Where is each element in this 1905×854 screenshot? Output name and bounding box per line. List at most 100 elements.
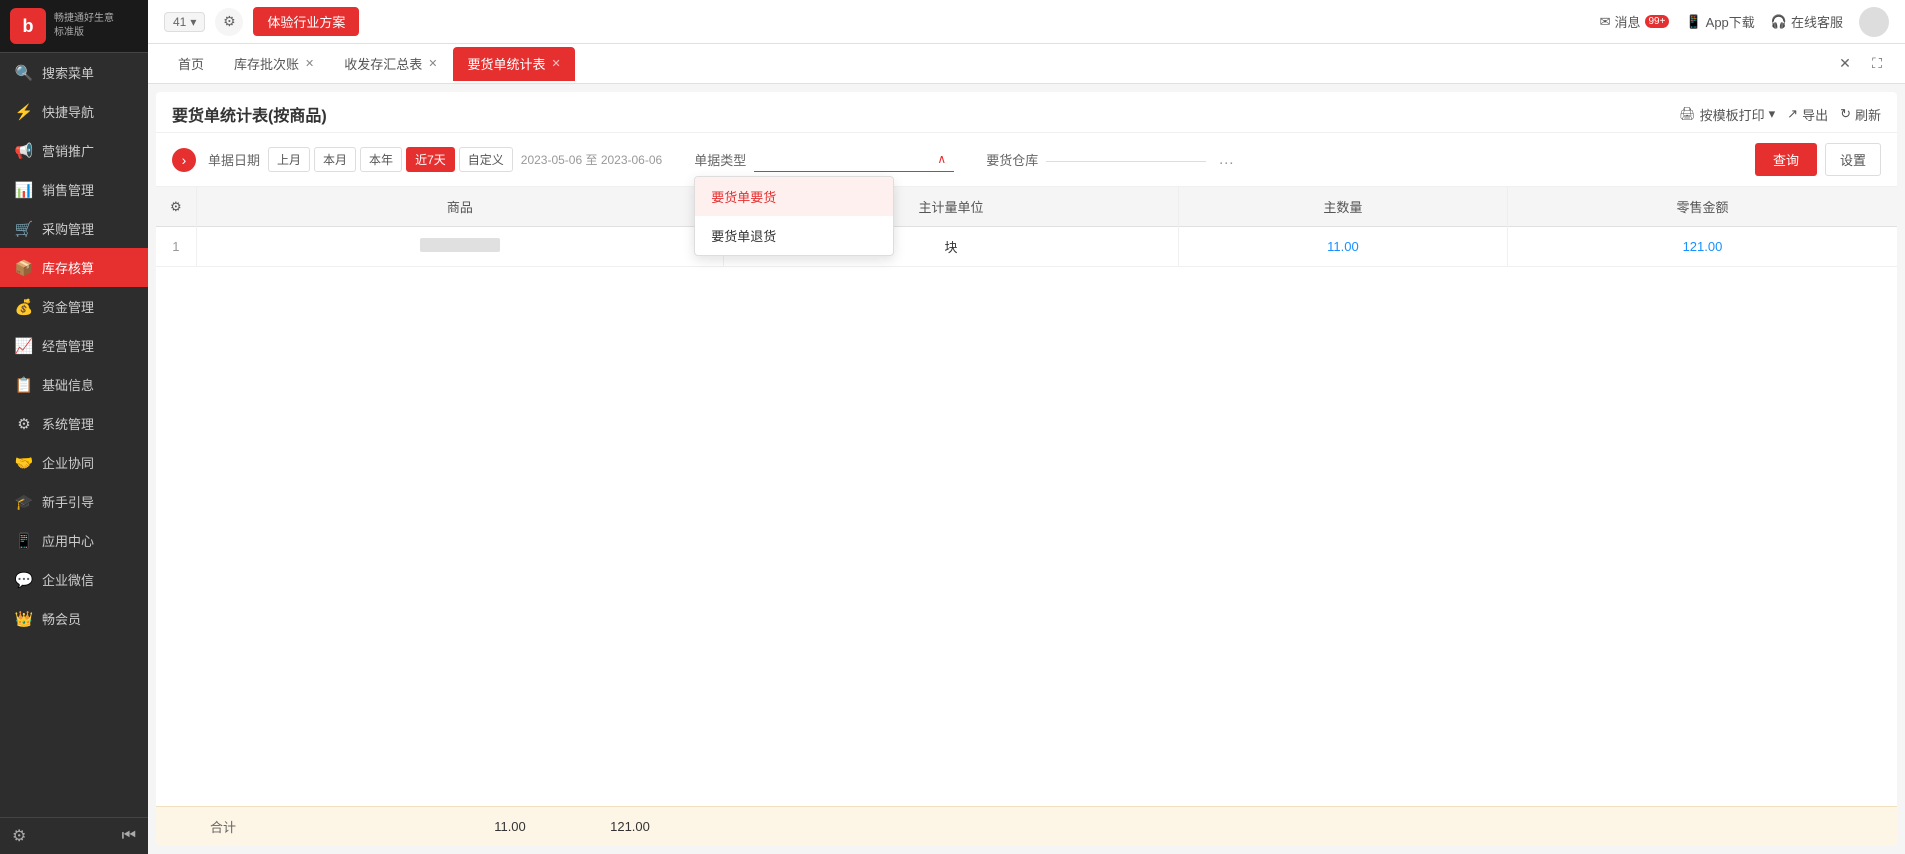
page-header: 要货单统计表(按商品) 🖨 按模板打印 ▾ ↗ 导出 ↻ 刷新 <box>156 92 1897 133</box>
dropdown-item-要货单退货[interactable]: 要货单退货 <box>695 216 893 255</box>
sidebar-item-库存核算[interactable]: 📦库存核算 <box>0 248 148 287</box>
period-buttons: 上月本月本年近7天自定义 <box>268 147 513 172</box>
data-table: ⚙ 商品 主计量单位 主数量 零售金额 1 块 11.00 121.00 <box>156 187 1897 267</box>
export-button[interactable]: ↗ 导出 <box>1787 105 1828 124</box>
footer-total-label: 合计 <box>210 817 250 836</box>
query-button[interactable]: 查询 <box>1755 143 1817 176</box>
nav-icon: 📱 <box>14 532 34 550</box>
sidebar-item-畅会员[interactable]: 👑畅会员 <box>0 599 148 638</box>
messages-item[interactable]: ✉ 消息 99+ <box>1600 12 1670 31</box>
tab-label: 收发存汇总表 <box>344 54 422 73</box>
tab-close-icon[interactable]: ✕ <box>305 57 314 70</box>
sidebar-item-快捷导航[interactable]: ⚡ 快捷导航 <box>0 92 148 131</box>
type-dropdown-menu: 要货单要货要货单退货 <box>694 176 894 256</box>
sidebar-item-基础信息[interactable]: 📋基础信息 <box>0 365 148 404</box>
warehouse-label: 要货仓库 <box>986 150 1038 169</box>
period-btn-上月[interactable]: 上月 <box>268 147 310 172</box>
print-button[interactable]: 🖨 按模板打印 ▾ <box>1679 105 1775 124</box>
sidebar-item-搜索菜单[interactable]: 🔍搜索菜单 <box>0 53 148 92</box>
settings-button[interactable]: 设置 <box>1825 143 1881 176</box>
sidebar-item-营销推广[interactable]: 📢营销推广 <box>0 131 148 170</box>
tab-库存批次账[interactable]: 库存批次账 ✕ <box>220 47 328 81</box>
row-product <box>196 227 723 267</box>
table-row: 1 块 11.00 121.00 <box>156 227 1897 267</box>
dropdown-item-要货单要货[interactable]: 要货单要货 <box>695 177 893 216</box>
phone-icon: 📱 <box>1685 14 1701 30</box>
chevron-up-icon: ∧ <box>937 152 946 166</box>
sidebar-item-经营管理[interactable]: 📈经营管理 <box>0 326 148 365</box>
message-icon: ✉ <box>1600 14 1611 30</box>
close-all-tabs-button[interactable]: ✕ <box>1833 52 1857 76</box>
tab-close-icon[interactable]: ✕ <box>428 57 437 70</box>
user-avatar[interactable] <box>1859 7 1889 37</box>
column-product: 商品 <box>196 187 723 227</box>
maximize-button[interactable]: ⛶ <box>1865 52 1889 76</box>
type-select[interactable]: ∧ <box>754 147 954 172</box>
tab-首页[interactable]: 首页 <box>164 47 218 81</box>
row-quantity: 11.00 <box>1178 227 1507 267</box>
refresh-icon: ↻ <box>1840 106 1851 122</box>
nav-icon: 👑 <box>14 610 34 628</box>
nav-label: 快捷导航 <box>42 102 94 121</box>
column-amount: 零售金额 <box>1507 187 1897 227</box>
sidebar-item-新手引导[interactable]: 🎓新手引导 <box>0 482 148 521</box>
nav-icon: ⚡ <box>14 103 34 121</box>
chevron-down-icon: ▾ <box>190 15 196 29</box>
nav-label: 企业协同 <box>42 453 94 472</box>
nav-icon: ⚙ <box>14 415 34 433</box>
tab-要货单统计表[interactable]: 要货单统计表✕ <box>453 47 574 81</box>
topbar-left: 41 ▾ ⚙ 体验行业方案 <box>164 7 1600 36</box>
warehouse-filter-section: 要货仓库 … <box>986 150 1234 169</box>
print-icon: 🖨 <box>1679 106 1696 122</box>
table-container: ⚙ 商品 主计量单位 主数量 零售金额 1 块 11.00 121.00 <box>156 187 1897 806</box>
nav-label: 企业微信 <box>42 570 94 589</box>
app-download-item[interactable]: 📱 App下载 <box>1685 12 1754 31</box>
topbar-right: ✉ 消息 99+ 📱 App下载 🎧 在线客服 <box>1600 7 1889 37</box>
sidebar-bottom: ⚙ ⏮ <box>0 817 148 854</box>
trial-button[interactable]: 体验行业方案 <box>253 7 359 36</box>
sidebar-item-销售管理[interactable]: 📊销售管理 <box>0 170 148 209</box>
nav-label: 经营管理 <box>42 336 94 355</box>
tab-close-icon[interactable]: ✕ <box>552 57 561 70</box>
tab-label: 库存批次账 <box>234 54 299 73</box>
page-title: 要货单统计表(按商品) <box>172 102 327 126</box>
tab-收发存汇总表[interactable]: 收发存汇总表 ✕ <box>330 47 451 81</box>
page-container: 要货单统计表(按商品) 🖨 按模板打印 ▾ ↗ 导出 ↻ 刷新 › <box>156 92 1897 846</box>
topbar-settings-icon[interactable]: ⚙ <box>215 8 243 36</box>
sidebar-item-系统管理[interactable]: ⚙ 系统管理 <box>0 404 148 443</box>
refresh-button[interactable]: ↻ 刷新 <box>1840 105 1881 124</box>
online-service-item[interactable]: 🎧 在线客服 <box>1771 12 1843 31</box>
collapse-icon[interactable]: ⏮ <box>122 827 136 845</box>
app-logo-icon: b <box>10 8 46 44</box>
period-btn-本年[interactable]: 本年 <box>360 147 402 172</box>
filter-expand-button[interactable]: › <box>172 148 196 172</box>
sidebar-item-企业微信[interactable]: 💬 企业微信 <box>0 560 148 599</box>
nav-label: 采购管理 <box>42 219 94 238</box>
nav-label: 新手引导 <box>42 492 94 511</box>
column-settings-icon[interactable]: ⚙ <box>156 187 196 227</box>
table-header-row: ⚙ 商品 主计量单位 主数量 零售金额 <box>156 187 1897 227</box>
company-selector[interactable]: 41 ▾ <box>164 12 205 32</box>
settings-icon[interactable]: ⚙ <box>12 826 26 846</box>
nav-label: 系统管理 <box>42 414 94 433</box>
period-btn-自定义[interactable]: 自定义 <box>459 147 513 172</box>
date-label: 单据日期 <box>208 150 260 169</box>
period-btn-近7天[interactable]: 近7天 <box>406 147 455 172</box>
sidebar-item-资金管理[interactable]: 💰资金管理 <box>0 287 148 326</box>
nav-label: 搜索菜单 <box>42 63 94 82</box>
type-label: 单据类型 <box>694 150 746 169</box>
tab-label: 首页 <box>178 54 204 73</box>
period-btn-本月[interactable]: 本月 <box>314 147 356 172</box>
warehouse-input[interactable] <box>1046 157 1206 162</box>
app-name: 畅捷通好生意 标准版 <box>54 12 114 40</box>
footer-unit-placeholder <box>330 819 450 834</box>
row-number: 1 <box>156 227 196 267</box>
sidebar-item-采购管理[interactable]: 🛒采购管理 <box>0 209 148 248</box>
row-amount: 121.00 <box>1507 227 1897 267</box>
nav-label: 资金管理 <box>42 297 94 316</box>
nav-icon: 💬 <box>14 571 34 589</box>
sidebar-item-应用中心[interactable]: 📱应用中心 <box>0 521 148 560</box>
main-content: 41 ▾ ⚙ 体验行业方案 ✉ 消息 99+ 📱 App下载 🎧 在线客服 <box>148 0 1905 854</box>
more-filter-icon[interactable]: … <box>1218 151 1234 169</box>
sidebar-item-企业协同[interactable]: 🤝企业协同 <box>0 443 148 482</box>
